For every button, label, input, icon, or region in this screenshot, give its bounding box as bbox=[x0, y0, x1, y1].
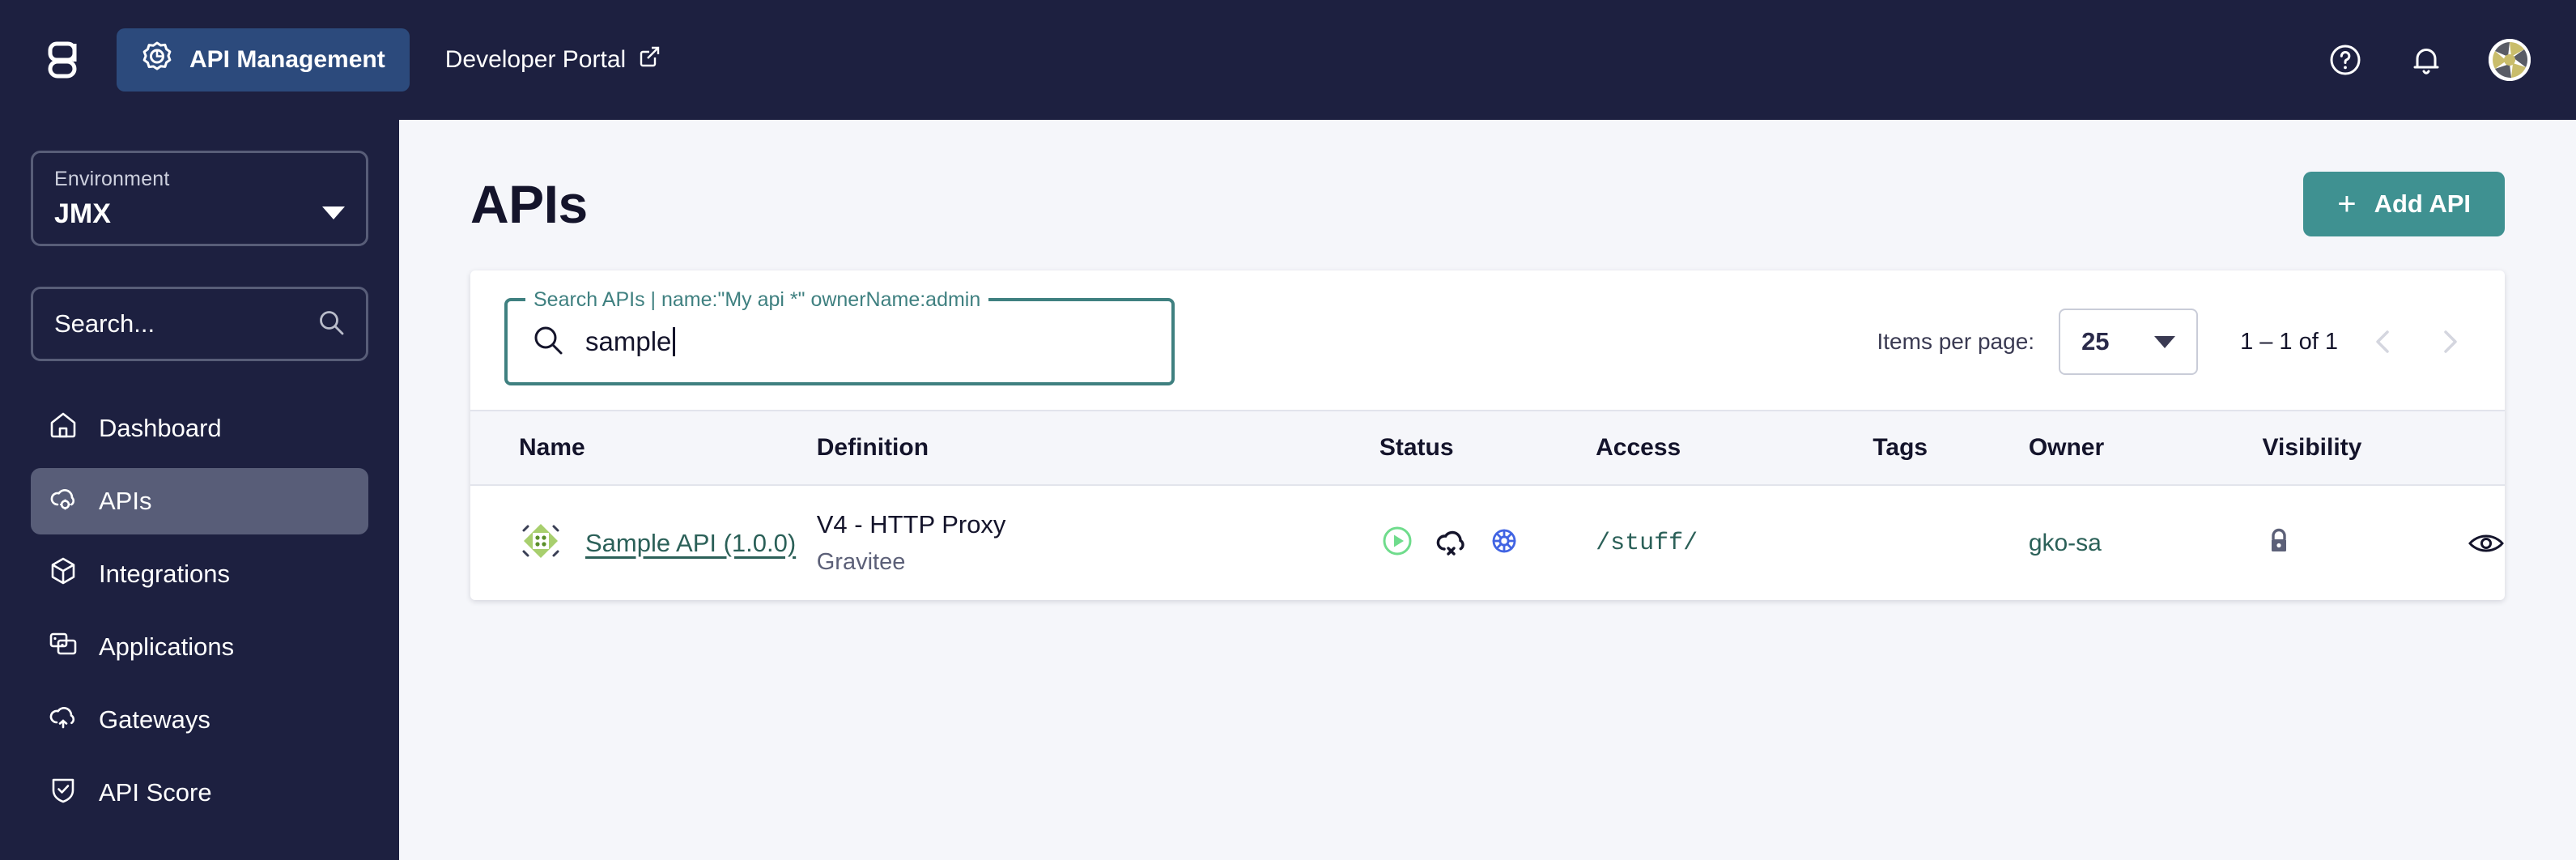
card-toolbar: Search APIs | name:"My api *" ownerName:… bbox=[470, 270, 2505, 410]
sidebar: Environment JMX Search... Dashboard bbox=[0, 120, 399, 860]
page-title: APIs bbox=[470, 173, 588, 235]
cell-access: /stuff/ bbox=[1596, 485, 1872, 600]
sidebar-item-integrations[interactable]: Integrations bbox=[31, 541, 368, 607]
top-bar: API Management Developer Portal bbox=[0, 0, 2576, 120]
pagination-controls: Items per page: 25 1 – 1 of 1 bbox=[1877, 309, 2472, 375]
definition-type: V4 - HTTP Proxy bbox=[817, 510, 1379, 539]
add-api-button[interactable]: + Add API bbox=[2303, 172, 2505, 236]
column-header-tags[interactable]: Tags bbox=[1872, 411, 2028, 485]
sidebar-item-integrations-label: Integrations bbox=[99, 560, 230, 589]
user-avatar[interactable] bbox=[2489, 39, 2531, 81]
previous-page-button[interactable] bbox=[2362, 321, 2404, 363]
shield-check-icon bbox=[49, 775, 78, 811]
kubernetes-icon[interactable] bbox=[1486, 523, 1522, 563]
status-icon-group bbox=[1379, 523, 1596, 563]
lock-icon bbox=[2263, 525, 2295, 561]
windows-icon bbox=[49, 629, 78, 665]
nav-api-management-label: API Management bbox=[189, 46, 385, 74]
visibility-wrap bbox=[2263, 525, 2505, 562]
items-per-page-value: 25 bbox=[2081, 327, 2109, 356]
column-header-name[interactable]: Name bbox=[470, 411, 817, 485]
column-header-owner[interactable]: Owner bbox=[2029, 411, 2263, 485]
cell-name: Sample API (1.0.0) bbox=[470, 485, 817, 600]
apis-table-head: Name Definition Status Access Tags Owner… bbox=[470, 411, 2505, 485]
nav-developer-portal-label: Developer Portal bbox=[445, 46, 626, 74]
apis-table-header-row: Name Definition Status Access Tags Owner… bbox=[470, 411, 2505, 485]
sidebar-item-applications-label: Applications bbox=[99, 632, 234, 662]
sidebar-nav: Dashboard APIs Integrations bbox=[31, 395, 368, 826]
notifications-icon[interactable] bbox=[2408, 41, 2445, 79]
sidebar-item-apis-label: APIs bbox=[99, 487, 151, 516]
sidebar-item-applications[interactable]: Applications bbox=[31, 614, 368, 680]
search-apis-value-wrap: sample bbox=[585, 326, 675, 357]
api-diamond-icon bbox=[519, 519, 563, 567]
external-link-icon bbox=[639, 46, 660, 74]
search-apis-value: sample bbox=[585, 326, 671, 357]
sidebar-item-api-score[interactable]: API Score bbox=[31, 760, 368, 826]
column-header-status[interactable]: Status bbox=[1379, 411, 1596, 485]
api-name-wrap: Sample API (1.0.0) bbox=[519, 519, 817, 567]
topbar-actions bbox=[2327, 39, 2531, 81]
sidebar-item-gateways[interactable]: Gateways bbox=[31, 687, 368, 753]
sidebar-item-dashboard-label: Dashboard bbox=[99, 414, 222, 443]
add-api-button-label: Add API bbox=[2374, 189, 2471, 219]
cube-icon bbox=[49, 556, 78, 592]
help-icon[interactable] bbox=[2327, 41, 2364, 79]
items-per-page-label: Items per page: bbox=[1877, 329, 2035, 355]
cell-visibility bbox=[2263, 485, 2505, 600]
text-cursor bbox=[673, 327, 675, 356]
cell-owner: gko-sa bbox=[2029, 485, 2263, 600]
definition-origin: Gravitee bbox=[817, 549, 1379, 576]
items-per-page-select[interactable]: 25 bbox=[2059, 309, 2198, 375]
apis-table-body: Sample API (1.0.0) V4 - HTTP Proxy Gravi… bbox=[470, 485, 2505, 600]
column-header-visibility[interactable]: Visibility bbox=[2263, 411, 2505, 485]
chevron-down-icon bbox=[2154, 336, 2175, 348]
cloud-gear-icon bbox=[49, 483, 78, 519]
owner-value: gko-sa bbox=[2029, 530, 2102, 556]
sidebar-item-dashboard[interactable]: Dashboard bbox=[31, 395, 368, 462]
search-icon bbox=[317, 309, 345, 340]
eye-icon[interactable] bbox=[2468, 525, 2505, 562]
next-page-button[interactable] bbox=[2429, 321, 2471, 363]
cloud-x-icon[interactable] bbox=[1433, 523, 1469, 563]
apis-table: Name Definition Status Access Tags Owner… bbox=[470, 410, 2505, 600]
page-header: APIs + Add API bbox=[470, 167, 2505, 241]
nav-api-management[interactable]: API Management bbox=[117, 28, 410, 92]
sidebar-search-placeholder: Search... bbox=[54, 309, 317, 338]
plus-icon: + bbox=[2337, 188, 2356, 220]
cell-tags bbox=[1872, 485, 2028, 600]
column-header-definition[interactable]: Definition bbox=[817, 411, 1379, 485]
table-row[interactable]: Sample API (1.0.0) V4 - HTTP Proxy Gravi… bbox=[470, 485, 2505, 600]
sidebar-item-api-score-label: API Score bbox=[99, 778, 212, 807]
api-name-link[interactable]: Sample API (1.0.0) bbox=[585, 529, 796, 558]
search-apis-input[interactable]: Search APIs | name:"My api *" ownerName:… bbox=[504, 298, 1175, 385]
column-header-access[interactable]: Access bbox=[1596, 411, 1872, 485]
sidebar-item-apis[interactable]: APIs bbox=[31, 468, 368, 534]
pagination-range: 1 – 1 of 1 bbox=[2240, 329, 2338, 355]
search-icon bbox=[532, 324, 564, 360]
access-path: /stuff/ bbox=[1596, 530, 1698, 557]
search-apis-legend: Search APIs | name:"My api *" ownerName:… bbox=[525, 288, 988, 312]
environment-value: JMX bbox=[54, 198, 345, 230]
sidebar-search-input[interactable]: Search... bbox=[31, 287, 368, 361]
environment-selector[interactable]: Environment JMX bbox=[31, 151, 368, 246]
play-circle-icon[interactable] bbox=[1379, 523, 1415, 563]
apis-card: Search APIs | name:"My api *" ownerName:… bbox=[470, 270, 2505, 600]
environment-label: Environment bbox=[54, 168, 345, 191]
cloud-upload-icon bbox=[49, 702, 78, 738]
cell-status bbox=[1379, 485, 1596, 600]
cell-definition: V4 - HTTP Proxy Gravitee bbox=[817, 485, 1379, 600]
main-content: APIs + Add API Search APIs | name:"My ap… bbox=[399, 120, 2576, 860]
home-icon bbox=[49, 411, 78, 446]
nav-developer-portal[interactable]: Developer Portal bbox=[421, 28, 684, 92]
chevron-down-icon bbox=[322, 206, 345, 219]
gear-pie-icon bbox=[141, 40, 173, 79]
sidebar-item-gateways-label: Gateways bbox=[99, 705, 210, 734]
gravitee-g-logo[interactable] bbox=[45, 40, 81, 79]
